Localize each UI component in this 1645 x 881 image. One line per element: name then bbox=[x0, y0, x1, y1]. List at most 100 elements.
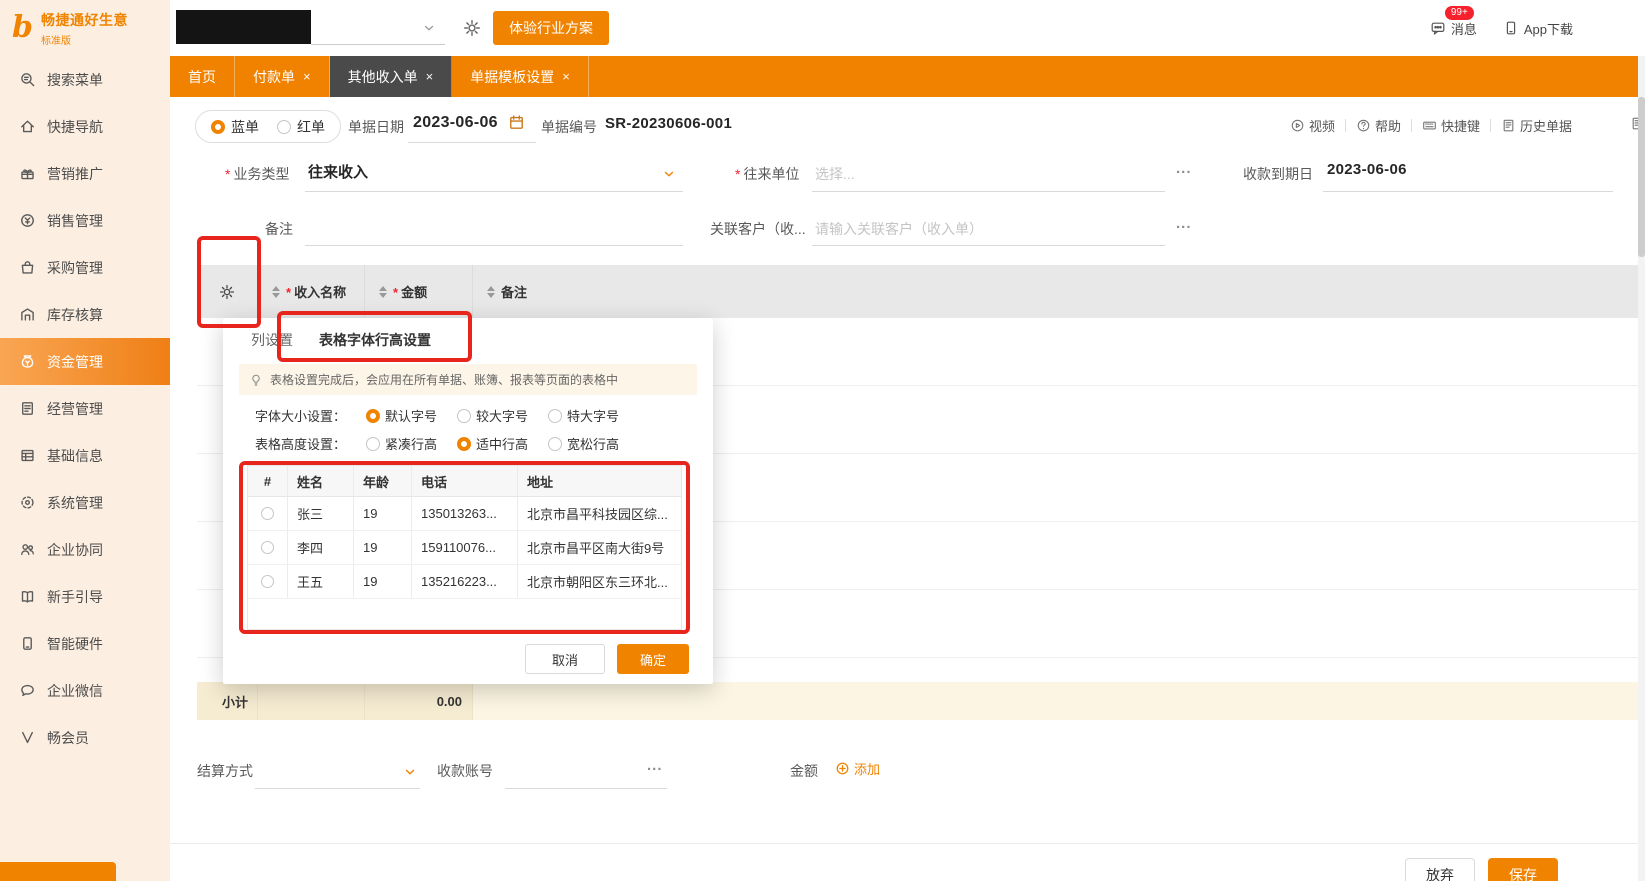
chat-bubble-icon bbox=[19, 682, 36, 699]
height-option-loose[interactable]: 宽松行高 bbox=[548, 434, 619, 453]
account-picker-button[interactable]: ... bbox=[647, 757, 663, 774]
app-download-button[interactable]: App下载 bbox=[1503, 19, 1573, 38]
bill-number-value[interactable]: SR-20230606-001 bbox=[605, 115, 732, 132]
sort-icon[interactable] bbox=[272, 285, 280, 298]
table-icon bbox=[19, 447, 36, 464]
related-customer-input[interactable]: 请输入关联客户（收入单） bbox=[815, 219, 983, 239]
column-header-remark[interactable]: 备注 bbox=[473, 265, 1638, 318]
hotkeys-button[interactable]: 快捷键 bbox=[1422, 116, 1480, 135]
add-settlement-button[interactable]: 添加 bbox=[835, 759, 880, 778]
chevron-down-icon[interactable] bbox=[422, 21, 436, 35]
column-header-amount[interactable]: * 金额 bbox=[365, 265, 473, 318]
bill-date-value[interactable]: 2023-06-06 bbox=[413, 114, 498, 132]
gift-icon bbox=[19, 165, 36, 182]
close-icon[interactable]: × bbox=[562, 69, 570, 84]
sidebar-item-funds[interactable]: 资金管理 bbox=[0, 338, 170, 385]
sidebar-item-beginner-guide[interactable]: 新手引导 bbox=[0, 573, 170, 620]
table-settings-modal: 列设置 表格字体行高设置 表格设置完成后，会应用在所有单据、账簿、报表等页面的表… bbox=[223, 318, 713, 684]
sidebar-item-search-menu[interactable]: 搜索菜单 bbox=[0, 56, 170, 103]
sidebar-item-quick-nav[interactable]: 快捷导航 bbox=[0, 103, 170, 150]
sidebar-item-label: 基础信息 bbox=[47, 447, 103, 464]
messages-button[interactable]: 99+ 消息 bbox=[1430, 5, 1477, 38]
book-icon bbox=[19, 588, 36, 605]
sort-icon[interactable] bbox=[487, 285, 495, 298]
height-option-medium[interactable]: 适中行高 bbox=[457, 434, 528, 453]
org-name-redacted[interactable] bbox=[176, 10, 311, 44]
font-option-default[interactable]: 默认字号 bbox=[366, 406, 437, 425]
counterparty-picker-button[interactable]: ... bbox=[1176, 160, 1192, 177]
tab-home[interactable]: 首页 bbox=[170, 56, 235, 97]
sidebar-item-member[interactable]: 畅会员 bbox=[0, 714, 170, 761]
preview-row[interactable]: 李四 19 159110076... 北京市昌平区南大街9号 bbox=[248, 531, 681, 565]
settlement-underline bbox=[255, 788, 420, 789]
tab-font-row-height-settings[interactable]: 表格字体行高设置 bbox=[319, 330, 431, 360]
column-settings-gear[interactable] bbox=[197, 265, 258, 318]
red-bill-radio[interactable]: 红单 bbox=[277, 117, 325, 137]
font-size-label: 字体大小设置： bbox=[255, 409, 347, 424]
tab-payment-bill[interactable]: 付款单 × bbox=[235, 56, 330, 97]
scrollbar[interactable] bbox=[1638, 56, 1645, 881]
tab-other-income-bill[interactable]: 其他收入单 × bbox=[329, 56, 453, 97]
sidebar-item-sales[interactable]: 销售管理 bbox=[0, 197, 170, 244]
close-icon[interactable]: × bbox=[426, 69, 434, 84]
font-option-extra-large[interactable]: 特大字号 bbox=[548, 406, 619, 425]
discard-button[interactable]: 放弃 bbox=[1405, 858, 1475, 881]
business-type-label: * 业务类型 bbox=[225, 166, 290, 182]
preview-row[interactable]: 王五 19 135216223... 北京市朝阳区东三环北... bbox=[248, 565, 681, 599]
chevron-down-icon[interactable] bbox=[403, 765, 417, 779]
sidebar-item-purchase[interactable]: 采购管理 bbox=[0, 244, 170, 291]
sort-icon[interactable] bbox=[379, 285, 387, 298]
logo-title: 畅捷通好生意 bbox=[40, 11, 128, 28]
sidebar-item-basic-info[interactable]: 基础信息 bbox=[0, 432, 170, 479]
radio-icon bbox=[548, 408, 563, 423]
font-option-large[interactable]: 较大字号 bbox=[457, 406, 528, 425]
preview-row[interactable]: 张三 19 135013263... 北京市昌平科技园区综... bbox=[248, 497, 681, 531]
sidebar-item-smart-hardware[interactable]: 智能硬件 bbox=[0, 620, 170, 667]
calendar-icon[interactable] bbox=[508, 114, 525, 131]
sidebar-bottom-bar[interactable] bbox=[0, 862, 116, 881]
help-button[interactable]: 帮助 bbox=[1356, 116, 1401, 135]
history-bills-button[interactable]: 历史单据 bbox=[1501, 116, 1572, 135]
gear-icon[interactable] bbox=[463, 19, 481, 37]
confirm-button[interactable]: 确定 bbox=[617, 644, 689, 674]
business-type-value[interactable]: 往来收入 bbox=[308, 161, 368, 182]
scrollbar-thumb[interactable] bbox=[1638, 97, 1645, 257]
blue-bill-radio[interactable]: 蓝单 bbox=[211, 117, 259, 137]
sidebar-item-system[interactable]: 系统管理 bbox=[0, 479, 170, 526]
sidebar-item-label: 搜索菜单 bbox=[47, 71, 103, 88]
tab-template-settings[interactable]: 单据模板设置 × bbox=[452, 56, 589, 97]
sidebar-item-wecom[interactable]: 企业微信 bbox=[0, 667, 170, 714]
sidebar-item-collaboration[interactable]: 企业协同 bbox=[0, 526, 170, 573]
radio-checked-icon bbox=[366, 408, 381, 423]
remark-underline bbox=[305, 245, 683, 246]
sidebar-item-label: 畅会员 bbox=[47, 729, 89, 746]
radio-icon[interactable] bbox=[261, 575, 274, 588]
column-label: * 金额 bbox=[393, 285, 428, 300]
experience-plan-button[interactable]: 体验行业方案 bbox=[493, 11, 609, 45]
related-customer-picker-button[interactable]: ... bbox=[1176, 215, 1192, 232]
video-button[interactable]: 视频 bbox=[1290, 116, 1335, 135]
radio-icon bbox=[457, 408, 472, 423]
sidebar: b 畅捷通好生意 标准版 搜索菜单 快捷导航 营销推广 销售管理 采购管理 库存… bbox=[0, 0, 170, 881]
height-option-compact[interactable]: 紧凑行高 bbox=[366, 434, 437, 453]
amount-label: 金额 bbox=[790, 763, 818, 779]
sidebar-item-operations[interactable]: 经营管理 bbox=[0, 385, 170, 432]
due-date-value[interactable]: 2023-06-06 bbox=[1327, 161, 1407, 178]
font-size-row: 字体大小设置： 默认字号 较大字号 特大字号 bbox=[255, 406, 619, 425]
close-icon[interactable]: × bbox=[303, 69, 311, 84]
warehouse-icon bbox=[19, 306, 36, 323]
sidebar-item-label: 经营管理 bbox=[47, 400, 103, 417]
tab-column-settings[interactable]: 列设置 bbox=[251, 330, 293, 360]
sidebar-item-inventory[interactable]: 库存核算 bbox=[0, 291, 170, 338]
save-button[interactable]: 保存 bbox=[1488, 858, 1558, 881]
search-icon bbox=[19, 71, 36, 88]
radio-icon[interactable] bbox=[261, 507, 274, 520]
sidebar-item-marketing[interactable]: 营销推广 bbox=[0, 150, 170, 197]
radio-icon[interactable] bbox=[261, 541, 274, 554]
separator bbox=[1411, 119, 1413, 132]
cancel-button[interactable]: 取消 bbox=[525, 644, 605, 674]
column-header-income-name[interactable]: * 收入名称 bbox=[258, 265, 365, 318]
preview-col-address: 地址 bbox=[527, 474, 554, 490]
counterparty-select[interactable]: 选择... bbox=[815, 164, 855, 184]
chevron-down-icon[interactable] bbox=[662, 167, 676, 181]
